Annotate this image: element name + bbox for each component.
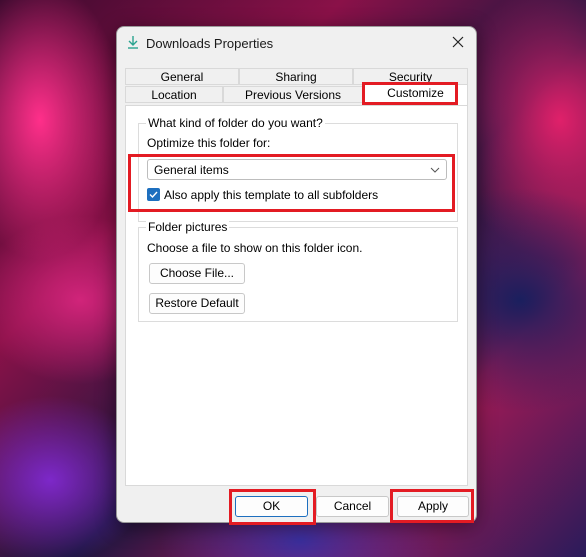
tab-general[interactable]: General bbox=[125, 68, 239, 85]
download-arrow-icon bbox=[127, 35, 139, 49]
apply-subfolders-label[interactable]: Also apply this template to all subfolde… bbox=[164, 188, 378, 202]
optimize-select-value: General items bbox=[154, 163, 229, 177]
title-bar: Downloads Properties bbox=[117, 27, 476, 59]
ok-button[interactable]: OK bbox=[235, 496, 308, 517]
tab-sharing[interactable]: Sharing bbox=[239, 68, 353, 85]
optimize-label: Optimize this folder for: bbox=[147, 136, 271, 150]
folder-type-group: What kind of folder do you want? Optimiz… bbox=[138, 116, 458, 222]
properties-dialog: Downloads Properties General Sharing Sec… bbox=[116, 26, 477, 525]
folder-pictures-group: Folder pictures Choose a file to show on… bbox=[138, 220, 458, 322]
close-button[interactable] bbox=[444, 31, 472, 55]
optimize-select[interactable]: General items bbox=[147, 159, 447, 180]
window-title: Downloads Properties bbox=[146, 36, 274, 51]
choose-file-button[interactable]: Choose File... bbox=[149, 263, 245, 284]
folder-pictures-group-label: Folder pictures bbox=[146, 220, 230, 234]
restore-default-button[interactable]: Restore Default bbox=[149, 293, 245, 314]
tab-customize[interactable]: Customize bbox=[363, 84, 468, 106]
checkmark-icon bbox=[149, 191, 158, 199]
tab-previous-versions[interactable]: Previous Versions bbox=[223, 86, 363, 103]
chevron-down-icon bbox=[430, 164, 440, 178]
folder-type-group-label: What kind of folder do you want? bbox=[146, 116, 325, 130]
tab-security[interactable]: Security bbox=[353, 68, 468, 85]
tab-location[interactable]: Location bbox=[125, 86, 223, 103]
folder-pictures-description: Choose a file to show on this folder ico… bbox=[147, 241, 363, 255]
close-icon bbox=[452, 36, 464, 51]
cancel-button[interactable]: Cancel bbox=[316, 496, 389, 517]
apply-button[interactable]: Apply bbox=[397, 496, 469, 517]
customize-panel: What kind of folder do you want? Optimiz… bbox=[125, 105, 468, 486]
apply-subfolders-checkbox[interactable] bbox=[147, 188, 160, 201]
